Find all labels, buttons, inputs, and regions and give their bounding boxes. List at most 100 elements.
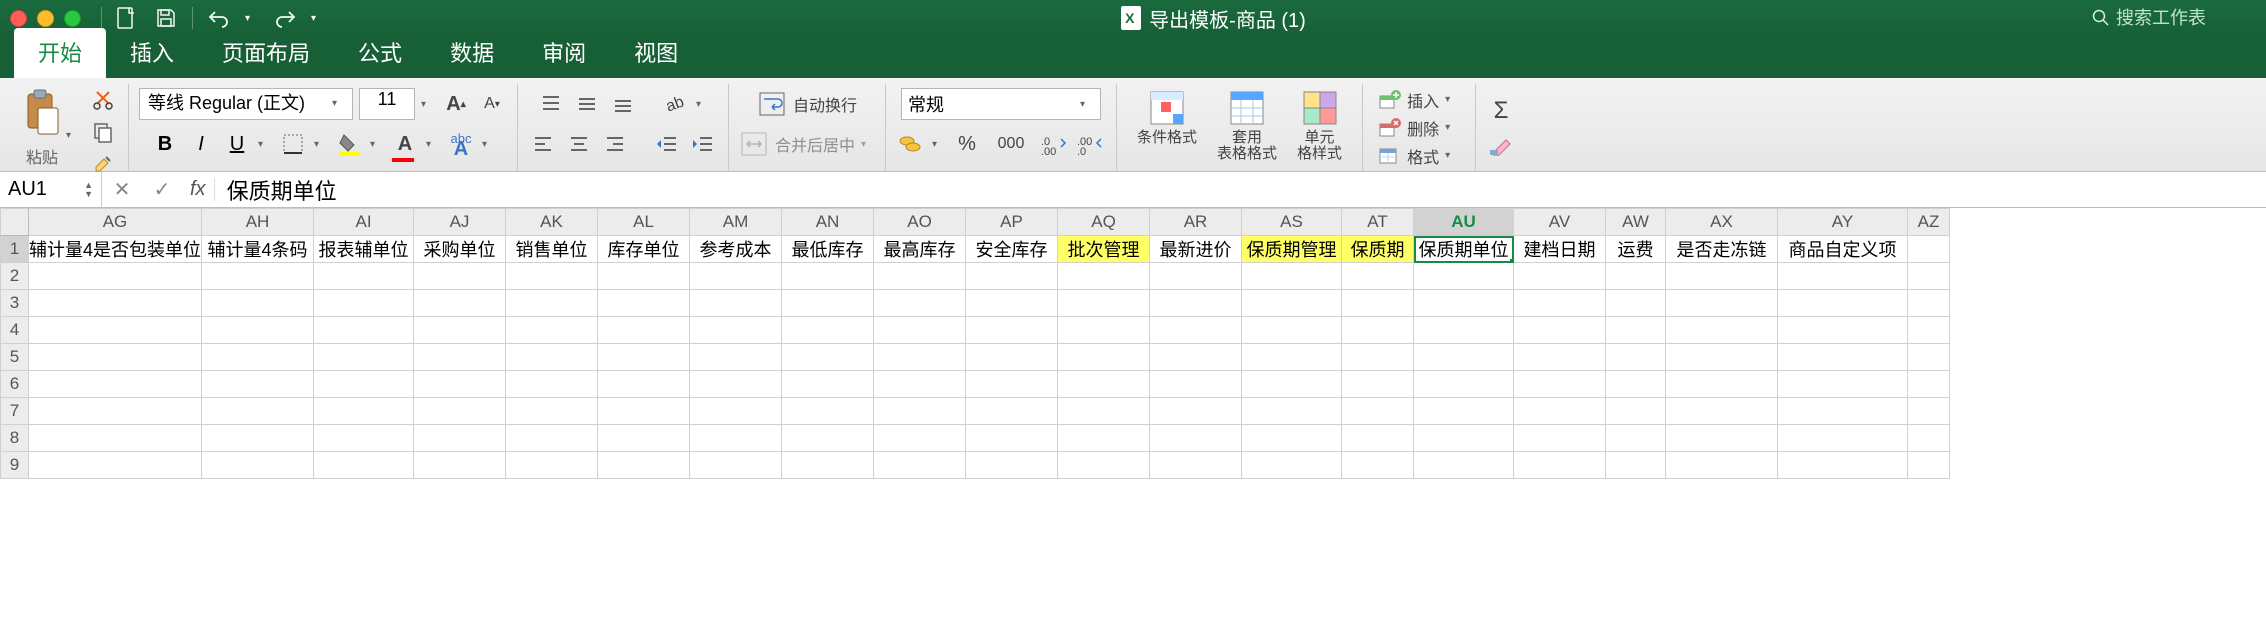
- cell[interactable]: [1778, 371, 1908, 398]
- decrease-font-button[interactable]: A▾: [477, 90, 507, 118]
- cell[interactable]: 批次管理: [1058, 236, 1150, 263]
- cell[interactable]: [29, 425, 202, 452]
- cell[interactable]: [782, 263, 874, 290]
- cell[interactable]: [1414, 263, 1514, 290]
- number-format-select[interactable]: 常规▾: [901, 88, 1101, 120]
- cell[interactable]: [1058, 452, 1150, 479]
- cell[interactable]: 保质期: [1342, 236, 1414, 263]
- cell[interactable]: [1342, 317, 1414, 344]
- cell[interactable]: [1666, 317, 1778, 344]
- cell[interactable]: [1908, 317, 1950, 344]
- cell[interactable]: [414, 371, 506, 398]
- cell[interactable]: [874, 398, 966, 425]
- cell[interactable]: [966, 371, 1058, 398]
- cell[interactable]: [1606, 371, 1666, 398]
- cell[interactable]: [1666, 263, 1778, 290]
- cell[interactable]: [506, 398, 598, 425]
- cell[interactable]: [314, 263, 414, 290]
- cell[interactable]: [782, 425, 874, 452]
- tab-review[interactable]: 审阅: [518, 28, 610, 78]
- column-header[interactable]: AU: [1414, 209, 1514, 236]
- cell[interactable]: [1606, 290, 1666, 317]
- cell[interactable]: [598, 263, 690, 290]
- cell[interactable]: [1242, 398, 1342, 425]
- cell[interactable]: [1514, 371, 1606, 398]
- border-button[interactable]: [278, 130, 308, 158]
- cell[interactable]: [690, 344, 782, 371]
- cell[interactable]: [1514, 425, 1606, 452]
- format-cells-button[interactable]: 格式▾: [1379, 143, 1459, 169]
- cell[interactable]: 采购单位: [414, 236, 506, 263]
- column-header[interactable]: AN: [782, 209, 874, 236]
- cell[interactable]: [1908, 425, 1950, 452]
- cell[interactable]: [690, 425, 782, 452]
- cell[interactable]: [690, 452, 782, 479]
- cell[interactable]: [782, 317, 874, 344]
- cell[interactable]: [1606, 263, 1666, 290]
- cell[interactable]: [506, 263, 598, 290]
- cell[interactable]: [1058, 425, 1150, 452]
- cell[interactable]: [966, 290, 1058, 317]
- tab-insert[interactable]: 插入: [106, 28, 198, 78]
- cell[interactable]: [1908, 290, 1950, 317]
- column-header[interactable]: AS: [1242, 209, 1342, 236]
- column-header[interactable]: AW: [1606, 209, 1666, 236]
- cell[interactable]: [690, 263, 782, 290]
- cell[interactable]: 最高库存: [874, 236, 966, 263]
- column-header[interactable]: AX: [1666, 209, 1778, 236]
- cell[interactable]: [1242, 317, 1342, 344]
- cell[interactable]: [1666, 425, 1778, 452]
- align-left-button[interactable]: [528, 130, 558, 158]
- cell[interactable]: 最新进价: [1150, 236, 1242, 263]
- increase-decimal-button[interactable]: .0.00: [1040, 130, 1070, 158]
- search-input[interactable]: [2116, 8, 2256, 29]
- cell[interactable]: [1150, 425, 1242, 452]
- cell[interactable]: 库存单位: [598, 236, 690, 263]
- row-header[interactable]: 6: [1, 371, 29, 398]
- cell[interactable]: [1606, 344, 1666, 371]
- cell[interactable]: [506, 371, 598, 398]
- fill-color-button[interactable]: [334, 130, 364, 158]
- new-file-icon[interactable]: [112, 4, 140, 32]
- cell[interactable]: [966, 452, 1058, 479]
- cell[interactable]: [1908, 263, 1950, 290]
- cell[interactable]: [1414, 371, 1514, 398]
- name-box[interactable]: AU1 ▲▼: [0, 172, 102, 207]
- format-as-table-button[interactable]: 套用 表格格式: [1207, 88, 1287, 162]
- cell[interactable]: [1414, 317, 1514, 344]
- increase-indent-button[interactable]: [688, 130, 718, 158]
- cell[interactable]: [966, 398, 1058, 425]
- bold-button[interactable]: B: [150, 130, 180, 158]
- cell[interactable]: [874, 263, 966, 290]
- align-center-button[interactable]: [564, 130, 594, 158]
- cell[interactable]: [1242, 344, 1342, 371]
- cell[interactable]: [1606, 425, 1666, 452]
- phonetic-button[interactable]: abcA: [446, 130, 476, 158]
- cell[interactable]: [1058, 290, 1150, 317]
- column-header[interactable]: AH: [202, 209, 314, 236]
- cell[interactable]: [1058, 344, 1150, 371]
- cell[interactable]: [1778, 317, 1908, 344]
- cell[interactable]: [1908, 371, 1950, 398]
- italic-button[interactable]: I: [186, 130, 216, 158]
- cell[interactable]: [1242, 290, 1342, 317]
- column-header[interactable]: AL: [598, 209, 690, 236]
- cell[interactable]: [1514, 398, 1606, 425]
- cell[interactable]: [1058, 371, 1150, 398]
- cell[interactable]: [314, 398, 414, 425]
- cell[interactable]: [202, 425, 314, 452]
- cell[interactable]: 安全库存: [966, 236, 1058, 263]
- cell[interactable]: [202, 317, 314, 344]
- close-window-button[interactable]: [10, 10, 27, 27]
- cell[interactable]: [1666, 452, 1778, 479]
- row-header[interactable]: 8: [1, 425, 29, 452]
- cell[interactable]: [690, 398, 782, 425]
- cell[interactable]: 最低库存: [782, 236, 874, 263]
- cell[interactable]: [782, 290, 874, 317]
- row-header[interactable]: 1: [1, 236, 29, 263]
- cell[interactable]: [1150, 290, 1242, 317]
- column-header[interactable]: AO: [874, 209, 966, 236]
- cell[interactable]: [1150, 371, 1242, 398]
- font-size-select[interactable]: 11: [359, 88, 415, 120]
- cut-button[interactable]: [88, 86, 118, 114]
